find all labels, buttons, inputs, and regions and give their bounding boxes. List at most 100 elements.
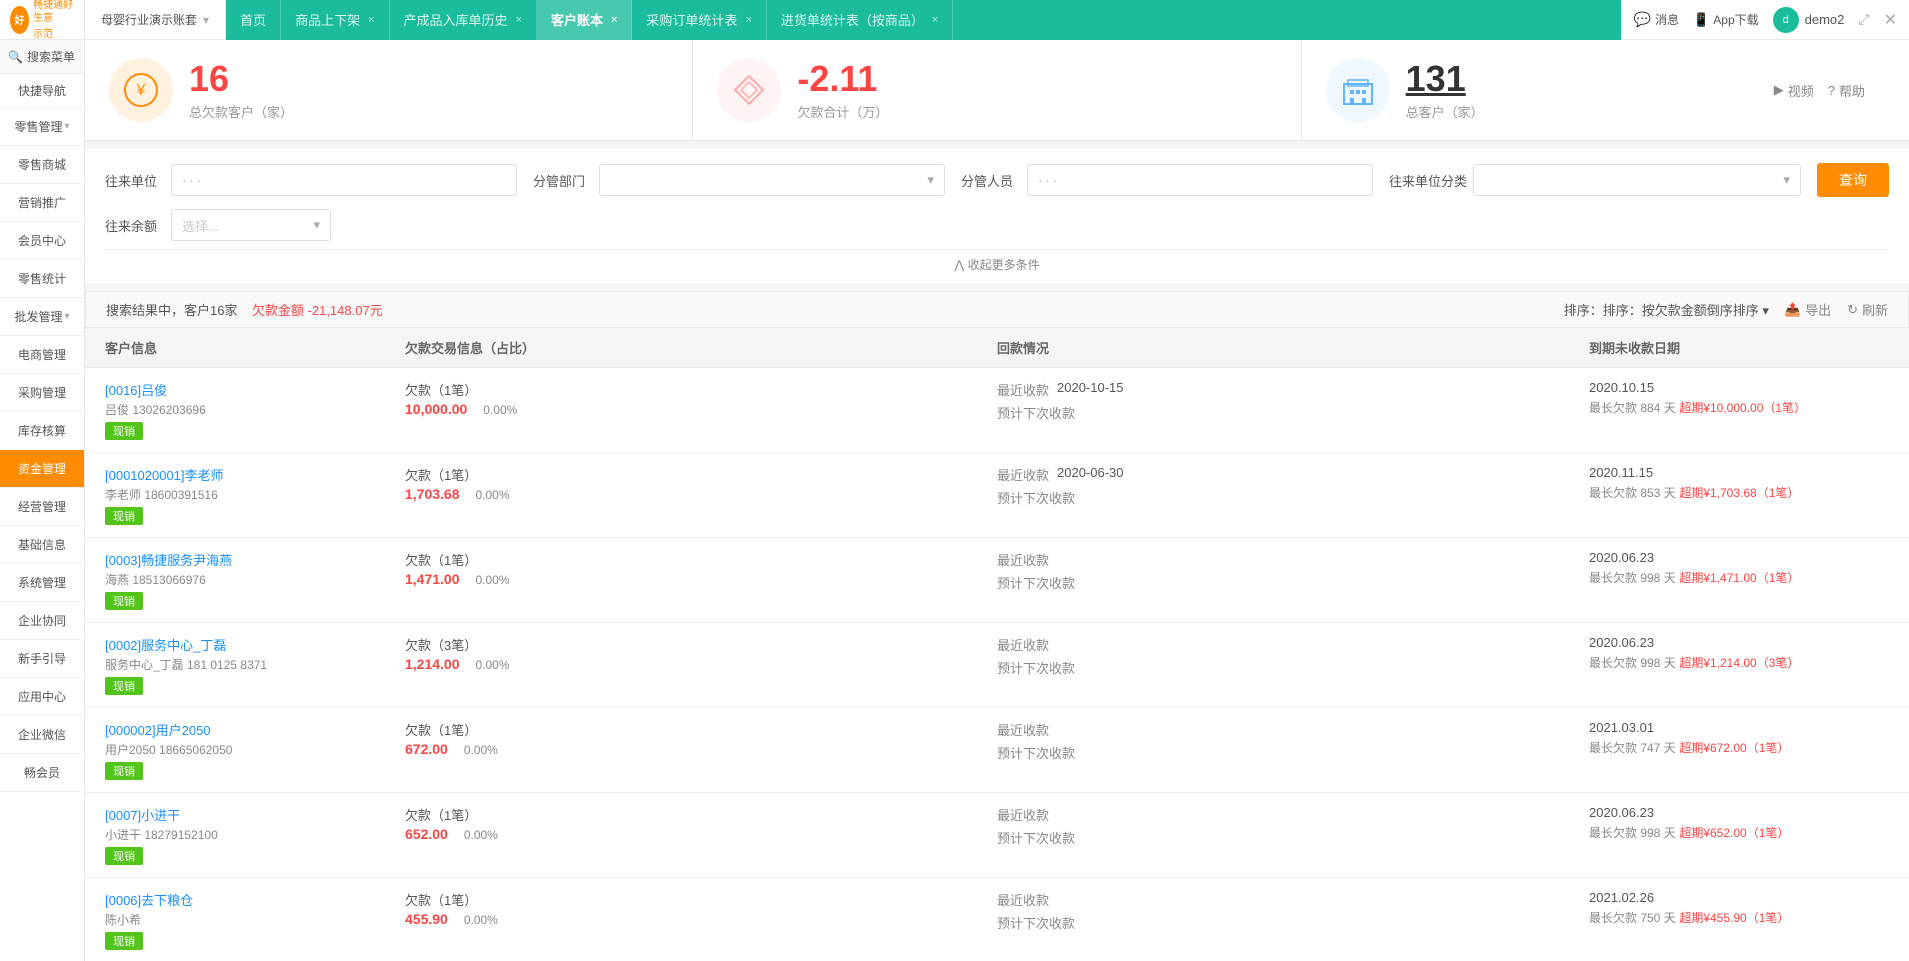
overdue-link[interactable]: 超期¥652.00（1笔） [1679, 826, 1789, 840]
sidebar-item-ecommerce[interactable]: 电商管理 [0, 336, 84, 374]
next-payment-label: 预计下次收款 [997, 403, 1075, 422]
top-bar-right: 💬 消息 📱 App下载 d demo2 ⤢ ✕ [1621, 7, 1909, 33]
collapse-row[interactable]: ⋀ 收起更多条件 [105, 249, 1889, 279]
close-icon[interactable]: × [368, 14, 374, 26]
table-row: [000002]用户2050 用户2050 18665062050 现销 欠款（… [85, 708, 1909, 793]
sidebar-item-new-guide[interactable]: 新手引导 [0, 640, 84, 678]
quick-nav[interactable]: 快捷导航 [0, 74, 84, 108]
due-date-info: 2021.02.26 最长欠款 750 天 超期¥455.90（1笔） [1589, 890, 1889, 950]
tab-product-shelf[interactable]: 商品上下架 × [281, 0, 389, 40]
overdue-link[interactable]: 超期¥10,000.00（1笔） [1679, 401, 1806, 415]
sidebar-item-system[interactable]: 系统管理 [0, 564, 84, 602]
tab-customer-account[interactable]: 客户账本 × [537, 0, 632, 40]
sidebar-item-app-center[interactable]: 应用中心 [0, 678, 84, 716]
owe-customers-value: 16 [189, 59, 293, 99]
results-info-bar: 搜索结果中，客户16家 欠款金额 -21,148.07元 排序：排序：按欠款金额… [85, 291, 1909, 328]
window-expand-btn[interactable]: ⤢ [1858, 11, 1869, 28]
customer-info: [000002]用户2050 用户2050 18665062050 现销 [105, 720, 405, 780]
overdue-link[interactable]: 超期¥1,703.68（1笔） [1679, 486, 1799, 500]
refresh-btn[interactable]: ↻ 刷新 [1847, 300, 1888, 319]
due-date: 2020.10.15 [1589, 380, 1889, 395]
tab-purchase-order[interactable]: 采购订单统计表 × [632, 0, 766, 40]
help-btn[interactable]: ? 帮助 [1828, 81, 1865, 100]
overdue-link[interactable]: 超期¥672.00（1笔） [1679, 741, 1789, 755]
sidebar-item-retail-mgmt[interactable]: 零售管理▾ [0, 108, 84, 146]
customer-name-link[interactable]: [0006]去下粮仓 [105, 890, 405, 909]
owe-info: 欠款（1笔） 652.00 0.00% [405, 805, 997, 865]
app-download-btn[interactable]: 📱 App下载 [1693, 11, 1759, 28]
tab-product-history[interactable]: 产成品入库单历史 × [390, 0, 537, 40]
customer-info: [0007]小进干 小进干 18279152100 现销 [105, 805, 405, 865]
search-menu[interactable]: 🔍 搜索菜单 [0, 40, 84, 74]
sidebar-item-marketing[interactable]: 营销推广 [0, 184, 84, 222]
balance-select[interactable]: 选择... ▾ [171, 209, 331, 241]
customer-name-link[interactable]: [0001020001]李老师 [105, 465, 405, 484]
table-row: [0016]吕俊 吕俊 13026203696 现销 欠款（1笔） 10,000… [85, 368, 1909, 453]
overdue-link[interactable]: 超期¥455.90（1笔） [1679, 911, 1789, 925]
customer-contact: 吕俊 13026203696 [105, 401, 405, 418]
balance-label: 往来余额 [105, 216, 165, 235]
owe-info: 欠款（1笔） 672.00 0.00% [405, 720, 997, 780]
company-selector[interactable]: 母婴行业演示账套 ▾ [85, 0, 226, 39]
sidebar-item-batch-mgmt[interactable]: 批发管理▾ [0, 298, 84, 336]
tab-purchase-stats[interactable]: 进货单统计表（按商品） × [767, 0, 953, 40]
query-button[interactable]: 查询 [1817, 163, 1889, 197]
app-title: 畅捷通好生意 [33, 0, 74, 25]
col-header-customer: 客户信息 [105, 338, 405, 357]
customer-info: [0001020001]李老师 李老师 18600391516 现销 [105, 465, 405, 525]
sidebar-item-basic-info[interactable]: 基础信息 [0, 526, 84, 564]
owe-percent: 0.00% [476, 488, 510, 502]
incoming-unit-input[interactable]: ··· [171, 164, 517, 196]
sidebar-item-retail-stats[interactable]: 零售统计 [0, 260, 84, 298]
export-btn[interactable]: 📤 导出 [1785, 300, 1831, 319]
customer-name-link[interactable]: [0016]吕俊 [105, 380, 405, 399]
payback-info: 最近收款 预计下次收款 [997, 720, 1589, 780]
stat-owe-customers: ¥ 16 总欠款客户（家） [85, 40, 693, 140]
user-avatar[interactable]: d demo2 [1773, 7, 1845, 33]
overdue-link[interactable]: 超期¥1,471.00（1笔） [1679, 571, 1799, 585]
customer-tag: 现销 [105, 592, 143, 610]
sidebar-item-vip[interactable]: 畅会员 [0, 754, 84, 792]
window-close-btn[interactable]: ✕ [1884, 10, 1897, 30]
stat-total-customers: 131 总客户（家） ▶ 视频 ? 帮助 [1302, 40, 1909, 140]
sidebar-item-purchase[interactable]: 采购管理 [0, 374, 84, 412]
sidebar-item-corp-wechat[interactable]: 企业微信 [0, 716, 84, 754]
message-btn[interactable]: 💬 消息 [1634, 11, 1679, 28]
owe-count: 欠款（1笔） [405, 465, 997, 484]
customer-name-link[interactable]: [000002]用户2050 [105, 720, 405, 739]
overdue-days: 最长欠款 884 天 [1589, 401, 1676, 415]
app-subtitle: 示范 [33, 25, 74, 40]
due-date-info: 2020.06.23 最长欠款 998 天 超期¥652.00（1笔） [1589, 805, 1889, 865]
sidebar-item-member[interactable]: 会员中心 [0, 222, 84, 260]
close-icon[interactable]: × [745, 14, 751, 26]
last-payment-label: 最近收款 [997, 380, 1049, 399]
sidebar-item-retail-store[interactable]: 零售商城 [0, 146, 84, 184]
customer-name-link[interactable]: [0002]服务中心_丁磊 [105, 635, 405, 654]
close-icon[interactable]: × [611, 14, 617, 26]
sidebar-item-inventory[interactable]: 库存核算 [0, 412, 84, 450]
person-label: 分管人员 [961, 171, 1021, 190]
customer-name-link[interactable]: [0003]畅捷服务尹海燕 [105, 550, 405, 569]
owe-total-value: -2.11 [797, 59, 888, 99]
overdue-link[interactable]: 超期¥1,214.00（3笔） [1679, 656, 1799, 670]
table-row: [0006]去下粮仓 陈小希 现销 欠款（1笔） 455.90 0.00% 最近… [85, 878, 1909, 961]
person-input[interactable]: ··· [1027, 164, 1373, 196]
close-icon[interactable]: × [516, 14, 522, 26]
customer-name-link[interactable]: [0007]小进干 [105, 805, 405, 824]
customer-contact: 海燕 18513066976 [105, 571, 405, 588]
sidebar-item-operations[interactable]: 经营管理 [0, 488, 84, 526]
sidebar-item-enterprise[interactable]: 企业协同 [0, 602, 84, 640]
user-name: demo2 [1805, 12, 1845, 27]
sort-label[interactable]: 排序：排序：按欠款金额倒序排序 ▾ [1564, 300, 1769, 319]
tab-home[interactable]: 首页 [226, 0, 281, 40]
video-btn[interactable]: ▶ 视频 [1774, 81, 1814, 100]
close-icon[interactable]: × [932, 14, 938, 26]
col-header-owe: 欠款交易信息（占比） [405, 338, 997, 357]
sidebar-item-finance[interactable]: 资金管理 [0, 450, 84, 488]
stat-owe-total: -2.11 欠款合计（万） [693, 40, 1301, 140]
owe-amount: 10,000.00 [405, 401, 467, 417]
due-date-info: 2020.06.23 最长欠款 998 天 超期¥1,471.00（1笔） [1589, 550, 1889, 610]
dept-select[interactable]: ▾ [599, 164, 945, 196]
unit-category-select[interactable]: ▾ [1473, 164, 1801, 196]
owe-amount: 1,703.68 [405, 486, 460, 502]
